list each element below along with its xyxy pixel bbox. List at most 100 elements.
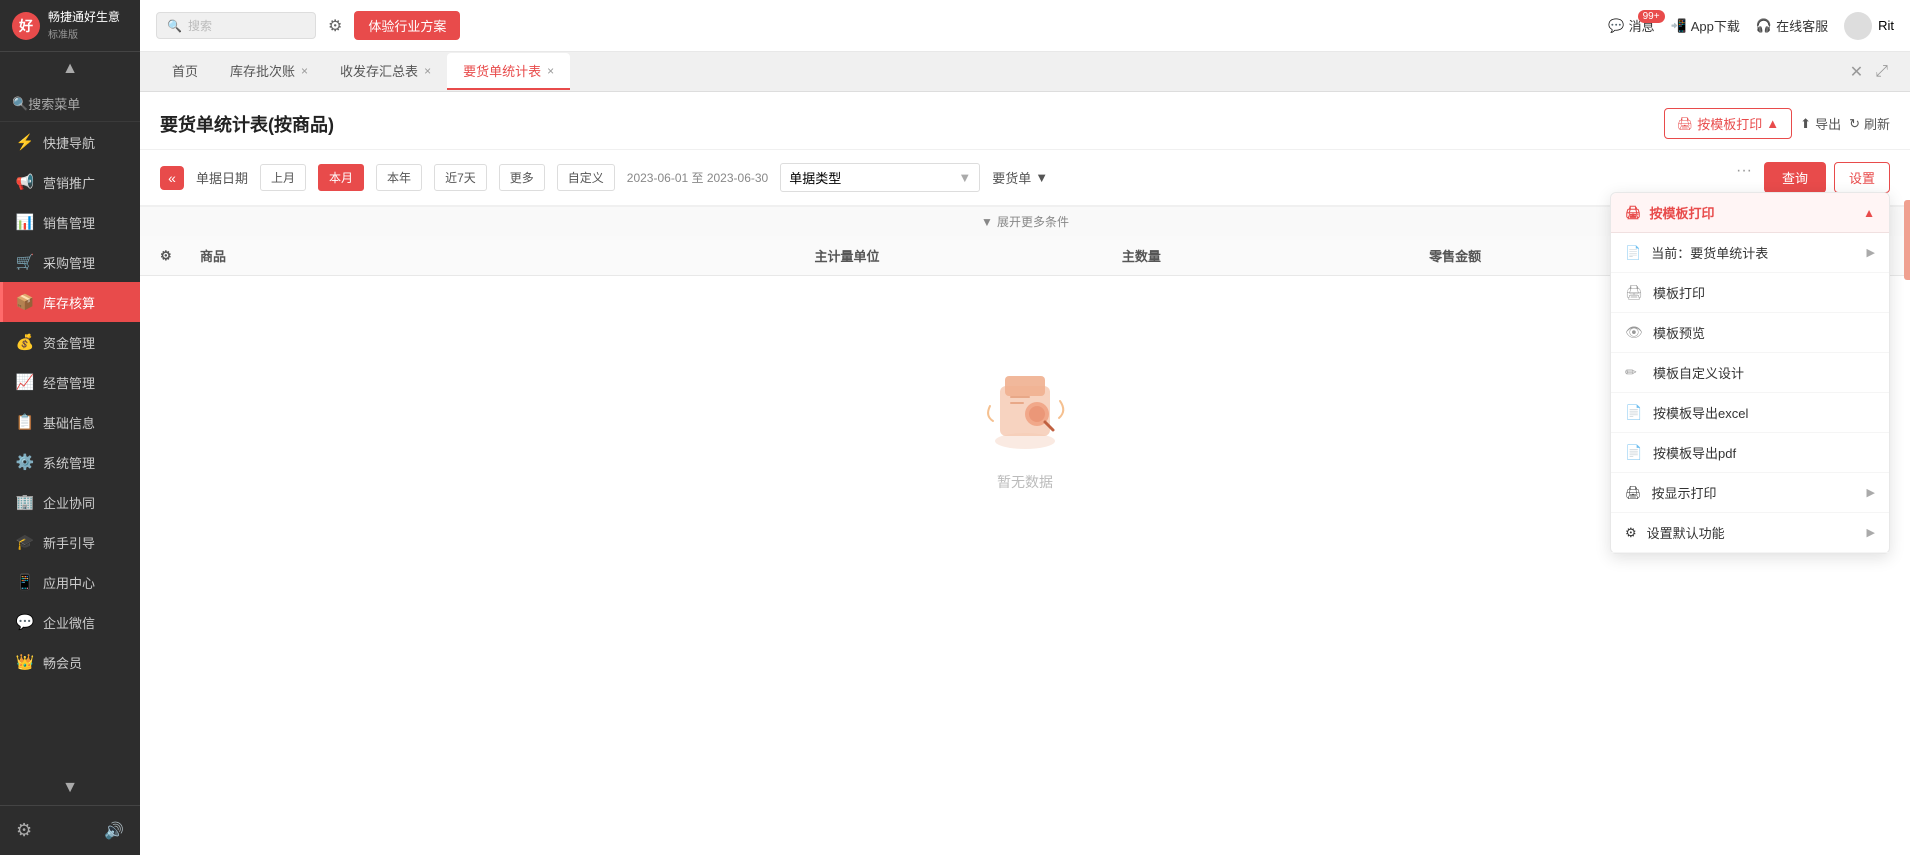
filter-expand-btn[interactable]: «	[160, 166, 184, 190]
trial-btn[interactable]: 体验行业方案	[354, 11, 460, 40]
date-btn-last-month[interactable]: 上月	[260, 164, 306, 191]
topbar-search-icon: 🔍	[167, 19, 182, 33]
dropdown-current-item[interactable]: 📄 当前：要货单统计表 ▶	[1611, 233, 1889, 273]
purchase-icon: 🛒	[15, 252, 35, 272]
dropdown-default-func-label: 设置默认功能	[1647, 523, 1725, 542]
dropdown-template-custom-label: 模板自定义设计	[1653, 363, 1744, 382]
dropdown-close-arrow[interactable]: ▲	[1863, 206, 1875, 220]
tab-order-stats-close[interactable]: ×	[547, 64, 554, 78]
sidebar: 好 畅捷通好生意 标准版 ▲ 🔍 搜索菜单 ⚡ 快捷导航 📢 营销推广 📊 销售…	[0, 0, 140, 855]
date-btn-this-year[interactable]: 本年	[376, 164, 422, 191]
app-edition: 标准版	[48, 26, 120, 41]
sidebar-item-newbie[interactable]: 🎓 新手引导	[0, 522, 140, 562]
dropdown-template-custom[interactable]: ✏ 模板自定义设计	[1611, 353, 1889, 393]
date-btn-more[interactable]: 更多	[499, 164, 545, 191]
finance-icon: 💰	[15, 332, 35, 352]
more-options-icon[interactable]: ···	[1732, 162, 1756, 193]
topbar: 🔍 搜索 ⚙ 体验行业方案 💬 消息 99+ 📲 App下载 🎧 在线客服 Ri…	[140, 0, 1910, 52]
btn-export[interactable]: ⬆ 导出	[1800, 114, 1841, 133]
sidebar-item-quick-nav[interactable]: ⚡ 快捷导航	[0, 122, 140, 162]
app-name: 畅捷通好生意	[48, 10, 120, 26]
date-btn-custom[interactable]: 自定义	[557, 164, 615, 191]
tab-receipt-summary-close[interactable]: ×	[424, 64, 431, 78]
col-settings[interactable]: ⚙	[160, 248, 200, 264]
order-category-arrow: ▼	[1035, 170, 1048, 185]
display-print-icon: 🖨	[1625, 485, 1642, 501]
dropdown-header[interactable]: 🖨 按模板打印 ▲	[1611, 193, 1889, 233]
print-dropdown: 🖨 按模板打印 ▲ 📄 当前：要货单统计表 ▶ 🖨 模板打印 👁 模板预览	[1610, 192, 1890, 554]
table-settings-icon[interactable]: ⚙	[160, 248, 172, 263]
dropdown-default-func[interactable]: ⚙ 设置默认功能 ▶	[1611, 513, 1889, 553]
sidebar-item-enterprise-wechat[interactable]: 💬 企业微信	[0, 602, 140, 642]
sidebar-scroll-up[interactable]: ▲	[58, 56, 82, 82]
display-print-expand-arrow: ▶	[1867, 486, 1875, 499]
tab-receipt-summary-label: 收发存汇总表	[340, 61, 418, 80]
sidebar-item-operations[interactable]: 📈 经营管理	[0, 362, 140, 402]
sidebar-item-label: 经营管理	[43, 373, 95, 392]
date-btn-7days[interactable]: 近7天	[434, 164, 487, 191]
tab-home-label: 首页	[172, 61, 198, 80]
sidebar-item-inventory[interactable]: 📦 库存核算	[0, 282, 140, 322]
empty-illustration	[975, 356, 1075, 456]
expand-more-icon: ▼	[981, 215, 993, 229]
messages-btn[interactable]: 💬 消息 99+	[1608, 16, 1654, 35]
sidebar-item-marketing[interactable]: 📢 营销推广	[0, 162, 140, 202]
btn-refresh[interactable]: ↻ 刷新	[1849, 114, 1890, 133]
settings-footer-icon[interactable]: ⚙	[12, 816, 36, 845]
tab-order-stats[interactable]: 要货单统计表 ×	[447, 53, 570, 90]
dropdown-template-pdf[interactable]: 📄 按模板导出pdf	[1611, 433, 1889, 473]
date-btn-this-month[interactable]: 本月	[318, 164, 364, 191]
btn-filter-settings[interactable]: 设置	[1834, 162, 1890, 193]
main-content: 🔍 搜索 ⚙ 体验行业方案 💬 消息 99+ 📲 App下载 🎧 在线客服 Ri…	[140, 0, 1910, 855]
tab-close-main[interactable]: ✕	[1844, 60, 1869, 84]
sidebar-item-label: 资金管理	[43, 333, 95, 352]
app-download-btn[interactable]: 📲 App下载	[1671, 16, 1740, 35]
sidebar-scroll-down[interactable]: ▼	[58, 775, 82, 801]
btn-print[interactable]: 🖨 按模板打印 ▲	[1664, 108, 1792, 139]
sidebar-item-finance[interactable]: 💰 资金管理	[0, 322, 140, 362]
dropdown-template-preview[interactable]: 👁 模板预览	[1611, 313, 1889, 353]
online-service-btn[interactable]: 🎧 在线客服	[1756, 16, 1828, 35]
tab-inventory-batch-label: 库存批次账	[230, 61, 295, 80]
sidebar-item-purchase[interactable]: 🛒 采购管理	[0, 242, 140, 282]
topbar-gear-icon[interactable]: ⚙	[328, 16, 342, 36]
sidebar-item-label: 畅会员	[43, 653, 82, 672]
topbar-right: 💬 消息 99+ 📲 App下载 🎧 在线客服 Rit	[1608, 12, 1894, 40]
speaker-icon[interactable]: 🔊	[100, 817, 128, 845]
sidebar-item-enterprise[interactable]: 🏢 企业协同	[0, 482, 140, 522]
app-logo: 好 畅捷通好生意 标准版	[0, 0, 140, 52]
empty-text: 暂无数据	[997, 472, 1053, 492]
app-download-label: App下载	[1691, 16, 1740, 35]
operations-icon: 📈	[15, 372, 35, 392]
avatar	[1844, 12, 1872, 40]
user-btn[interactable]: Rit	[1844, 12, 1894, 40]
sidebar-item-system[interactable]: ⚙️ 系统管理	[0, 442, 140, 482]
tab-home[interactable]: 首页	[156, 53, 214, 90]
dropdown-display-print-label: 按显示打印	[1652, 483, 1717, 502]
sidebar-item-basic-info[interactable]: 📋 基础信息	[0, 402, 140, 442]
bill-type-select[interactable]: 单据类型 ▼	[780, 163, 980, 192]
order-category[interactable]: 要货单 ▼	[992, 168, 1048, 187]
topbar-search-box[interactable]: 🔍 搜索	[156, 12, 316, 39]
tabs-bar: 首页 库存批次账 × 收发存汇总表 × 要货单统计表 × ✕ ⤢	[140, 52, 1910, 92]
resize-handle[interactable]	[1904, 200, 1910, 280]
template-print-icon: 🖨	[1625, 284, 1643, 301]
tab-expand-main[interactable]: ⤢	[1869, 61, 1894, 83]
dropdown-display-print[interactable]: 🖨 按显示打印 ▶	[1611, 473, 1889, 513]
btn-query[interactable]: 查询	[1764, 162, 1826, 193]
sidebar-item-label: 企业协同	[43, 493, 95, 512]
tab-inventory-batch-close[interactable]: ×	[301, 64, 308, 78]
dropdown-template-excel[interactable]: 📄 按模板导出excel	[1611, 393, 1889, 433]
tab-inventory-batch[interactable]: 库存批次账 ×	[214, 53, 324, 90]
sidebar-item-member[interactable]: 👑 畅会员	[0, 642, 140, 682]
tab-order-stats-label: 要货单统计表	[463, 61, 541, 80]
sidebar-item-sales[interactable]: 📊 销售管理	[0, 202, 140, 242]
online-service-label: 在线客服	[1776, 16, 1828, 35]
expand-more-label: 展开更多条件	[997, 213, 1069, 230]
sidebar-item-app-center[interactable]: 📱 应用中心	[0, 562, 140, 602]
tab-receipt-summary[interactable]: 收发存汇总表 ×	[324, 53, 447, 90]
dropdown-template-print[interactable]: 🖨 模板打印	[1611, 273, 1889, 313]
default-func-icon: ⚙	[1625, 525, 1637, 541]
sidebar-search[interactable]: 🔍 搜索菜单	[0, 86, 140, 122]
refresh-icon: ↻	[1849, 116, 1860, 132]
